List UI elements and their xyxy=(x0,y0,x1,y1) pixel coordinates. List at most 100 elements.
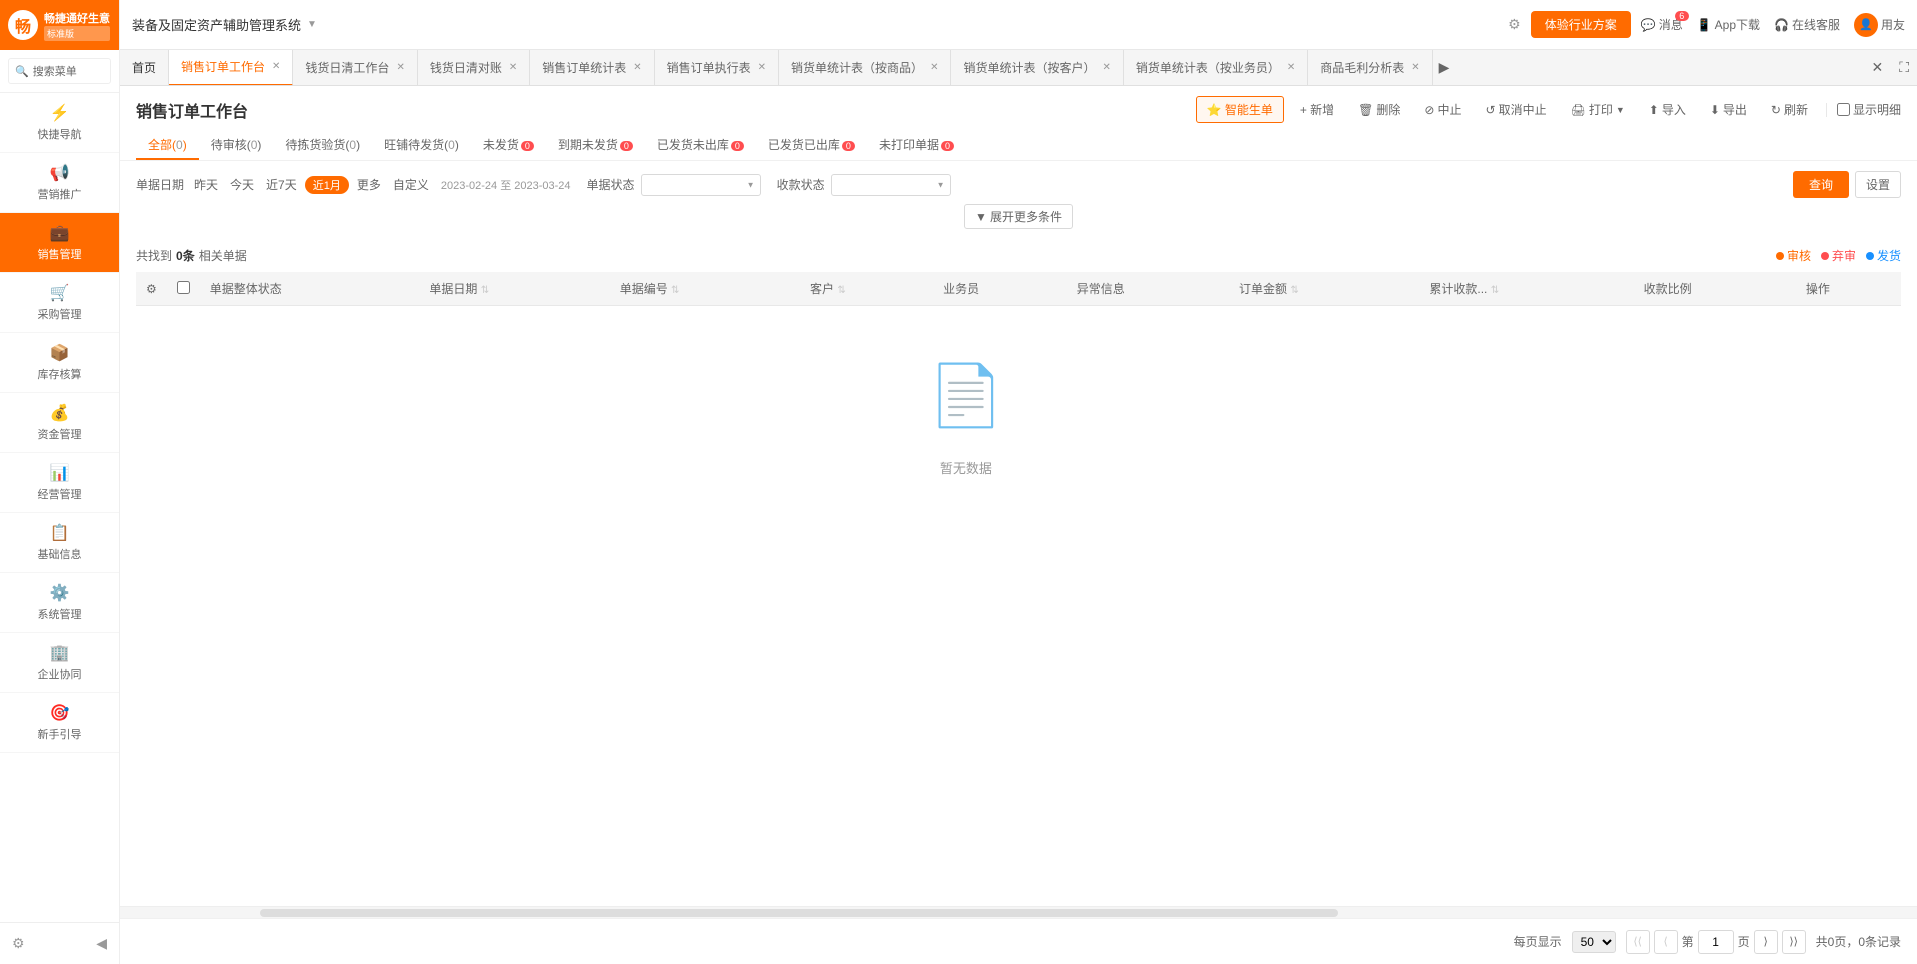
smart-create-button[interactable]: ⭐ 智能生单 xyxy=(1196,96,1284,123)
tab-sales-stats-staff[interactable]: 销货单统计表（按业务员） ✕ xyxy=(1124,50,1308,86)
table-top-actions: 审核 弃审 发货 xyxy=(1776,247,1901,264)
refresh-button[interactable]: ↻ 刷新 xyxy=(1763,97,1816,122)
scrollbar-track[interactable] xyxy=(260,909,1338,917)
th-date[interactable]: 单据日期 ⇅ xyxy=(419,272,609,306)
filter-tab-not-shipped[interactable]: 未发货0 xyxy=(471,131,546,160)
show-detail-checkbox[interactable] xyxy=(1837,103,1850,116)
query-button[interactable]: 查询 xyxy=(1793,171,1849,198)
th-exception[interactable]: 异常信息 xyxy=(1067,272,1229,306)
first-page-button[interactable]: ⟨⟨ xyxy=(1626,930,1650,954)
abort-action-button[interactable]: 弃审 xyxy=(1821,247,1856,264)
prev-page-button[interactable]: ⟨ xyxy=(1654,930,1678,954)
tab-sales-order-stats[interactable]: 销售订单统计表 ✕ xyxy=(530,50,654,86)
tab-close-icon[interactable]: ✕ xyxy=(509,62,517,73)
system-icon: ⚙️ xyxy=(50,583,70,603)
sidebar-item-marketing[interactable]: 📢 营销推广 xyxy=(0,153,119,213)
expand-icon: ▼ xyxy=(975,210,987,224)
per-page-select[interactable]: 50 xyxy=(1572,931,1616,953)
filter-tab-pending-review[interactable]: 待审核(0) xyxy=(199,131,274,160)
print-button[interactable]: 🖨 打印 ▼ xyxy=(1563,97,1633,122)
sidebar-item-inventory[interactable]: 📦 库存核算 xyxy=(0,333,119,393)
settings-button[interactable]: ⚙ xyxy=(10,933,27,954)
search-menu-button[interactable]: 🔍 搜索菜单 xyxy=(8,58,111,84)
export-button[interactable]: ⬇ 导出 xyxy=(1702,97,1755,122)
add-button[interactable]: + 新增 xyxy=(1292,97,1342,122)
page-number-input[interactable] xyxy=(1698,930,1734,954)
per-page-label: 每页显示 xyxy=(1514,933,1562,950)
app-download-button[interactable]: 📱 App下载 xyxy=(1697,16,1760,33)
tab-sales-order-exec[interactable]: 销售订单执行表 ✕ xyxy=(655,50,779,86)
tab-close-all-button[interactable]: ✕ xyxy=(1863,50,1891,86)
next-page-button[interactable]: ⟩ xyxy=(1754,930,1778,954)
tab-sales-workbench[interactable]: 销售订单工作台 ✕ xyxy=(169,50,293,86)
delete-button[interactable]: 🗑 删除 xyxy=(1350,97,1408,122)
print-dropdown-icon: ▼ xyxy=(1616,105,1625,115)
tab-home[interactable]: 首页 xyxy=(120,50,169,86)
tab-close-icon[interactable]: ✕ xyxy=(758,62,766,73)
industry-button[interactable]: 体验行业方案 xyxy=(1531,11,1631,38)
sidebar-item-enterprise[interactable]: 🏢 企业协同 xyxy=(0,633,119,693)
horizontal-scrollbar[interactable] xyxy=(120,906,1917,918)
sidebar-item-purchase[interactable]: 🛒 采购管理 xyxy=(0,273,119,333)
th-collected[interactable]: 累计收款... ⇅ xyxy=(1419,272,1633,306)
collapse-button[interactable]: ◀ xyxy=(94,933,109,954)
sidebar-item-system[interactable]: ⚙️ 系统管理 xyxy=(0,573,119,633)
sidebar-item-guide[interactable]: 🎯 新手引导 xyxy=(0,693,119,753)
filter-setting-button[interactable]: 设置 xyxy=(1855,171,1901,198)
select-all-checkbox[interactable] xyxy=(177,281,190,294)
tab-cash-daily[interactable]: 钱货日清工作台 ✕ xyxy=(293,50,417,86)
date-today-button[interactable]: 今天 xyxy=(226,174,258,195)
payment-select[interactable] xyxy=(831,174,951,196)
purchase-icon: 🛒 xyxy=(50,283,70,303)
tab-cash-reconcile[interactable]: 钱货日清对账 ✕ xyxy=(418,50,530,86)
topbar-settings-icon[interactable]: ⚙ xyxy=(1508,16,1521,33)
sidebar-item-basic-info[interactable]: 📋 基础信息 xyxy=(0,513,119,573)
date-more-button[interactable]: 更多 xyxy=(353,174,385,195)
filter-tab-overdue-ship[interactable]: 到期未发货0 xyxy=(546,131,645,160)
tab-close-icon[interactable]: ✕ xyxy=(930,62,938,73)
th-number[interactable]: 单据编号 ⇅ xyxy=(610,272,800,306)
tab-scroll-right-button[interactable]: ▶ xyxy=(1433,50,1456,86)
date-7days-button[interactable]: 近7天 xyxy=(262,174,301,195)
tab-close-icon[interactable]: ✕ xyxy=(272,61,280,72)
import-button[interactable]: ⬆ 导入 xyxy=(1641,97,1694,122)
ship-action-button[interactable]: 发货 xyxy=(1866,247,1901,264)
tab-gross-margin[interactable]: 商品毛利分析表 ✕ xyxy=(1308,50,1432,86)
status-select[interactable] xyxy=(641,174,761,196)
message-button[interactable]: 💬 消息 6 xyxy=(1641,16,1683,33)
online-service-button[interactable]: 🎧 在线客服 xyxy=(1774,16,1840,33)
review-action-button[interactable]: 审核 xyxy=(1776,247,1811,264)
filter-tab-shipped-out[interactable]: 已发货已出库0 xyxy=(756,131,867,160)
cancel-stop-button[interactable]: ↺ 取消中止 xyxy=(1478,97,1555,122)
filter-tab-shipped-not-out[interactable]: 已发货未出库0 xyxy=(645,131,756,160)
filter-tab-all[interactable]: 全部(0) xyxy=(136,131,199,160)
th-staff[interactable]: 业务员 xyxy=(933,272,1067,306)
th-customer[interactable]: 客户 ⇅ xyxy=(800,272,933,306)
sidebar-item-sales[interactable]: 💼 销售管理 xyxy=(0,213,119,273)
last-page-button[interactable]: ⟩⟩ xyxy=(1782,930,1806,954)
filter-tab-pending-inspect[interactable]: 待拣货验货(0) xyxy=(273,131,372,160)
filter-tab-wangpu-ship[interactable]: 旺铺待发货(0) xyxy=(372,131,471,160)
date-yesterday-button[interactable]: 昨天 xyxy=(190,174,222,195)
stop-button[interactable]: ⊘ 中止 xyxy=(1416,97,1469,122)
date-1month-button[interactable]: 近1月 xyxy=(305,176,349,194)
tab-close-icon[interactable]: ✕ xyxy=(1102,62,1110,73)
tab-sales-stats-product[interactable]: 销货单统计表（按商品） ✕ xyxy=(779,50,951,86)
tab-close-icon[interactable]: ✕ xyxy=(1411,62,1419,73)
sidebar-item-finance[interactable]: 💰 资金管理 xyxy=(0,393,119,453)
sort-icon: ⇅ xyxy=(837,285,845,296)
tab-fullscreen-button[interactable]: ⛶ xyxy=(1891,50,1917,86)
sidebar-item-operation[interactable]: 📊 经营管理 xyxy=(0,453,119,513)
th-amount[interactable]: 订单金额 ⇅ xyxy=(1229,272,1419,306)
sidebar-item-quick-nav[interactable]: ⚡ 快捷导航 xyxy=(0,93,119,153)
expand-filters-button[interactable]: ▼ 展开更多条件 xyxy=(964,204,1073,229)
tab-sales-stats-customer[interactable]: 销货单统计表（按客户） ✕ xyxy=(951,50,1123,86)
user-menu-button[interactable]: 👤 用友 xyxy=(1854,13,1905,37)
column-settings-icon[interactable]: ⚙ xyxy=(146,282,157,296)
tab-close-icon[interactable]: ✕ xyxy=(633,62,641,73)
tab-close-icon[interactable]: ✕ xyxy=(396,62,404,73)
tab-close-icon[interactable]: ✕ xyxy=(1287,62,1295,73)
show-detail-label[interactable]: 显示明细 xyxy=(1837,101,1901,118)
filter-tab-not-printed[interactable]: 未打印单据0 xyxy=(867,131,966,160)
date-custom-button[interactable]: 自定义 xyxy=(389,174,433,195)
